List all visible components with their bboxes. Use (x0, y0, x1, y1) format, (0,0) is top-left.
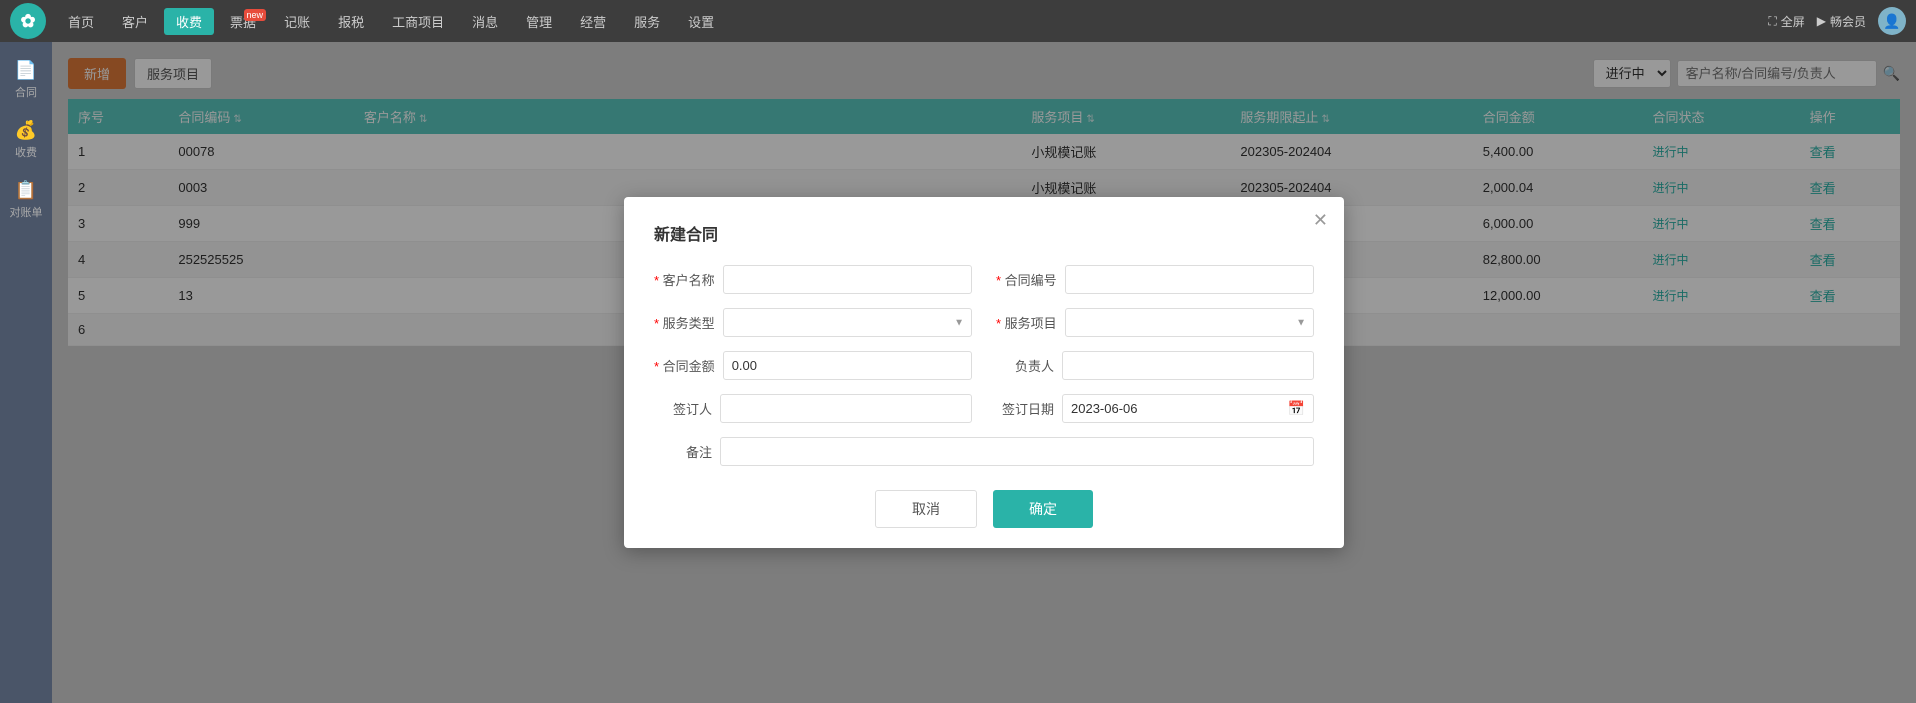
nav-manage[interactable]: 管理 (514, 8, 564, 35)
play-icon: ▶ (1817, 14, 1826, 28)
input-contract-no[interactable] (1065, 265, 1314, 294)
input-amount[interactable] (723, 351, 972, 380)
input-remark[interactable] (720, 437, 1314, 466)
nav-service[interactable]: 服务 (622, 8, 672, 35)
calendar-icon[interactable]: 📅 (1288, 400, 1305, 417)
main-content: 新增 服务项目 进行中 已完成 已取消 🔍 序号 合同编码⇅ 客户名称⇅ 服务项… (52, 42, 1916, 703)
nav-tax[interactable]: 报税 (326, 8, 376, 35)
date-input-wrap: 📅 (1062, 394, 1314, 423)
label-service-type: 服务类型 (654, 313, 715, 332)
nav-operation[interactable]: 经营 (568, 8, 618, 35)
fullscreen-icon: ⛶ (1768, 14, 1776, 29)
label-customer: 客户名称 (654, 270, 715, 289)
label-amount: 合同金额 (654, 356, 715, 375)
sidebar-item-statement[interactable]: 📋 对账单 (4, 172, 48, 228)
form-row-service-type: 服务类型 ▼ (654, 308, 972, 337)
form-row-service-item: 服务项目 ▼ (996, 308, 1314, 337)
form-row-sign-date: 签订日期 📅 (996, 394, 1314, 423)
nav-items: 首页 客户 收费 票据 new 记账 报税 工商项目 消息 管理 经营 服务 设… (56, 8, 1768, 35)
modal-overlay: 新建合同 ✕ 客户名称 合同编号 服务类型 (52, 42, 1916, 703)
nav-charge[interactable]: 收费 (164, 8, 214, 35)
modal-title: 新建合同 (654, 221, 1314, 245)
label-sign-date: 签订日期 (996, 399, 1054, 418)
select-service-type[interactable] (723, 308, 972, 337)
member-button[interactable]: ▶ 畅会员 (1817, 13, 1866, 30)
service-type-wrap: ▼ (723, 308, 972, 337)
modal-close-button[interactable]: ✕ (1313, 211, 1328, 229)
label-signer: 签订人 (654, 399, 712, 418)
label-contract-no: 合同编号 (996, 270, 1057, 289)
select-service-item[interactable] (1065, 308, 1314, 337)
label-responsible: 负责人 (996, 356, 1054, 375)
form-row-remark: 备注 (654, 437, 1314, 466)
nav-customer[interactable]: 客户 (110, 8, 160, 35)
new-badge: new (244, 9, 267, 21)
charge-icon: 💰 (15, 120, 37, 141)
form-row-amount: 合同金额 (654, 351, 972, 380)
fullscreen-button[interactable]: ⛶ 全屏 (1768, 13, 1804, 30)
cancel-button[interactable]: 取消 (875, 490, 977, 528)
label-service-item: 服务项目 (996, 313, 1057, 332)
layout: 📄 合同 💰 收费 📋 对账单 新增 服务项目 进行中 已完成 已取消 🔍 (0, 42, 1916, 703)
service-item-wrap: ▼ (1065, 308, 1314, 337)
modal-form: 客户名称 合同编号 服务类型 ▼ (654, 265, 1314, 466)
form-row-contract-no: 合同编号 (996, 265, 1314, 294)
form-row-responsible: 负责人 (996, 351, 1314, 380)
nav-ticket[interactable]: 票据 new (218, 8, 268, 35)
nav-bookkeeping[interactable]: 记账 (272, 8, 322, 35)
avatar[interactable]: 👤 (1878, 7, 1906, 35)
sidebar-item-contract[interactable]: 📄 合同 (4, 52, 48, 108)
nav-settings[interactable]: 设置 (676, 8, 726, 35)
logo-icon: ✿ (10, 3, 46, 39)
input-sign-date[interactable] (1071, 395, 1288, 422)
sidebar-item-charge[interactable]: 💰 收费 (4, 112, 48, 168)
form-row-customer: 客户名称 (654, 265, 972, 294)
nav-home[interactable]: 首页 (56, 8, 106, 35)
contract-icon: 📄 (15, 60, 37, 81)
nav-business[interactable]: 工商项目 (380, 8, 456, 35)
label-remark: 备注 (654, 442, 712, 461)
input-customer[interactable] (723, 265, 972, 294)
input-signer[interactable] (720, 394, 972, 423)
top-nav: ✿ 首页 客户 收费 票据 new 记账 报税 工商项目 消息 管理 经营 服务… (0, 0, 1916, 42)
sidebar: 📄 合同 💰 收费 📋 对账单 (0, 42, 52, 703)
statement-icon: 📋 (15, 180, 37, 201)
confirm-button[interactable]: 确定 (993, 490, 1093, 528)
modal-dialog: 新建合同 ✕ 客户名称 合同编号 服务类型 (624, 197, 1344, 548)
nav-right: ⛶ 全屏 ▶ 畅会员 👤 (1768, 7, 1906, 35)
form-row-signer: 签订人 (654, 394, 972, 423)
input-responsible[interactable] (1062, 351, 1314, 380)
modal-footer: 取消 确定 (654, 490, 1314, 528)
nav-message[interactable]: 消息 (460, 8, 510, 35)
